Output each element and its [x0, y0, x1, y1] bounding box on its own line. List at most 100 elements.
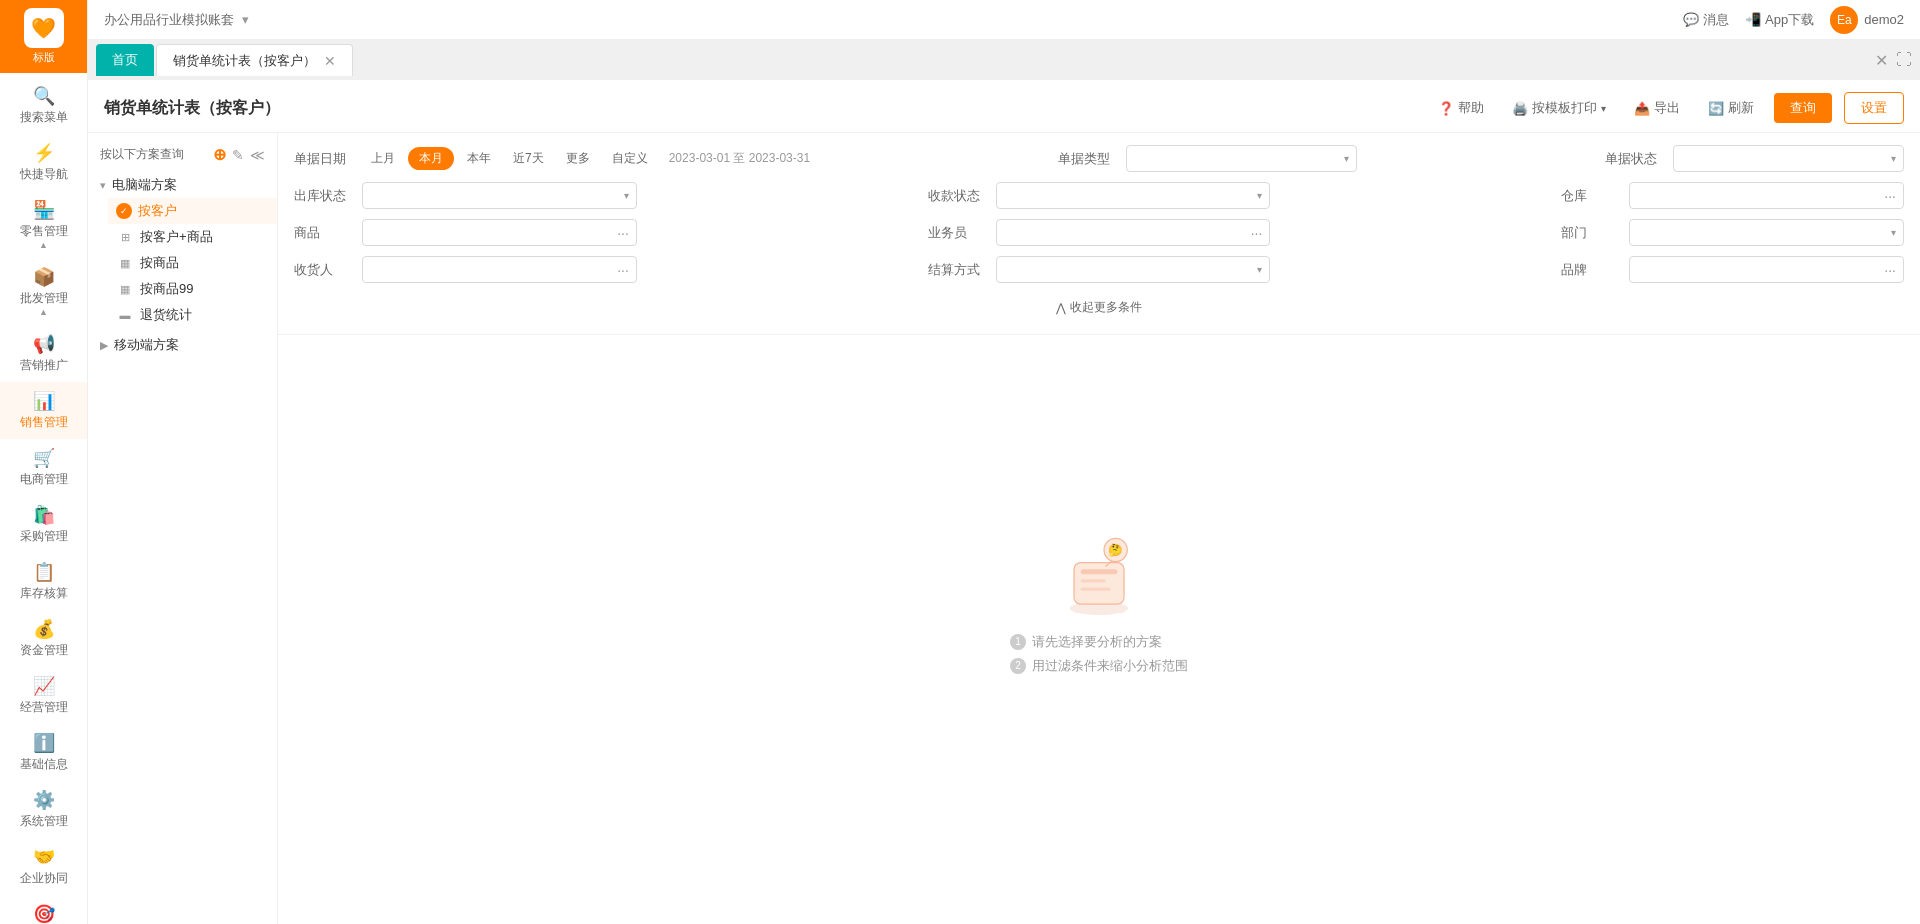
tree-item-by-customer-goods[interactable]: ⊞ 按客户+商品	[108, 224, 277, 250]
sidebar-item-wholesale[interactable]: 📦 批发管理 ▲	[0, 258, 87, 325]
tab-sales-stat[interactable]: 销货单统计表（按客户） ✕	[156, 44, 353, 76]
edit-scheme-icon[interactable]: ✎	[232, 147, 244, 163]
bar-chart-icon: ▬	[116, 309, 134, 321]
dept-select[interactable]	[1629, 219, 1904, 246]
tree-item-by-goods[interactable]: ▦ 按商品	[108, 250, 277, 276]
svg-rect-2	[1081, 569, 1118, 574]
top-header: 办公用品行业模拟账套 ▾ 💬 消息 📲 App下载 Ea demo2	[88, 0, 1920, 40]
sidebar-item-retail[interactable]: 🏪 零售管理 ▲	[0, 191, 87, 258]
warehouse-input[interactable]	[1629, 182, 1904, 209]
help-button[interactable]: ❓ 帮助	[1430, 95, 1492, 121]
user-menu-button[interactable]: Ea demo2	[1830, 6, 1904, 34]
table-icon-1: ▦	[116, 257, 134, 270]
date-btn-custom[interactable]: 自定义	[603, 147, 657, 170]
goods-input[interactable]	[362, 219, 637, 246]
date-btn-more[interactable]: 更多	[557, 147, 599, 170]
sidebar-item-inventory[interactable]: 📋 库存核算	[0, 553, 87, 610]
sidebar-item-search[interactable]: 🔍 搜索菜单	[0, 77, 87, 134]
workspace-label: 办公用品行业模拟账套	[104, 11, 234, 29]
tree-item-by-customer[interactable]: ✓ 按客户	[108, 198, 277, 224]
export-button[interactable]: 📤 导出	[1626, 95, 1688, 121]
date-btn-this-month[interactable]: 本月	[408, 147, 454, 170]
finance-icon: 💰	[33, 618, 55, 640]
quick-nav-icon: ⚡	[33, 142, 55, 164]
add-scheme-icon[interactable]: ⊕	[213, 145, 226, 164]
goods-input-wrap: ···	[362, 219, 637, 246]
logo-icon: 🧡	[24, 8, 64, 48]
page-content: 销货单统计表（按客户） ❓ 帮助 🖨️ 按模板打印 ▾ 📤 导出 🔄 刷新	[88, 80, 1920, 924]
close-window-icon[interactable]: ✕	[1875, 51, 1888, 70]
out-status-select[interactable]	[362, 182, 637, 209]
query-button[interactable]: 查询	[1774, 93, 1832, 123]
sidebar-item-basic[interactable]: ℹ️ 基础信息	[0, 724, 87, 781]
logo-area[interactable]: 🧡 标版	[0, 0, 87, 73]
sidebar-item-cooperation[interactable]: 🤝 企业协同	[0, 838, 87, 895]
tree-collapse-icon: ▶	[100, 339, 108, 352]
header-right: 💬 消息 📲 App下载 Ea demo2	[1683, 6, 1904, 34]
tree-expand-icon: ▾	[100, 179, 106, 192]
sidebar-nav: 🔍 搜索菜单 ⚡ 快捷导航 🏪 零售管理 ▲ 📦 批发管理 ▲ 📢 营销推广 📊…	[0, 73, 87, 924]
collapse-conditions-button[interactable]: ⋀ 收起更多条件	[294, 293, 1904, 322]
left-panel-header: 按以下方案查询 ⊕ ✎ ≪	[88, 141, 277, 172]
date-btn-7days[interactable]: 近7天	[504, 147, 553, 170]
sidebar-item-quick-nav[interactable]: ⚡ 快捷导航	[0, 134, 87, 191]
settle-select[interactable]	[996, 256, 1271, 283]
filter-row-2: 出库状态 ▾ 收款状态	[294, 182, 1904, 209]
right-panel: 单据日期 上月 本月 本年 近7天 更多 自定义 2023-03-01 至 20…	[278, 133, 1920, 924]
inventory-icon: 📋	[33, 561, 55, 583]
marketing-icon: 📢	[33, 333, 55, 355]
message-button[interactable]: 💬 消息	[1683, 11, 1729, 29]
tab-home[interactable]: 首页	[96, 44, 154, 76]
tab-close-button[interactable]: ✕	[324, 54, 336, 68]
sidebar-item-marketing[interactable]: 📢 营销推广	[0, 325, 87, 382]
tree-group-mobile[interactable]: ▶ 移动端方案	[88, 332, 277, 358]
staff-input[interactable]	[996, 219, 1271, 246]
print-button[interactable]: 🖨️ 按模板打印 ▾	[1504, 95, 1614, 121]
goods-dots[interactable]: ···	[617, 225, 629, 241]
order-type-select[interactable]	[1126, 145, 1357, 172]
receiver-input-wrap: ···	[362, 256, 637, 283]
filter-row-4: 收货人 ··· 结算方式 ▾	[294, 256, 1904, 283]
date-btn-this-year[interactable]: 本年	[458, 147, 500, 170]
collapse-up-icon: ⋀	[1056, 301, 1066, 315]
payment-status-select-wrap: ▾	[996, 182, 1271, 209]
sidebar-item-newbie[interactable]: 🎯 新手引导	[0, 895, 87, 924]
order-status-select[interactable]	[1673, 145, 1904, 172]
export-icon: 📤	[1634, 101, 1650, 116]
empty-hint-2: 2 用过滤条件来缩小分析范围	[1010, 657, 1188, 675]
sidebar-item-purchase[interactable]: 🛍️ 采购管理	[0, 496, 87, 553]
message-icon: 💬	[1683, 12, 1699, 27]
page-header: 销货单统计表（按客户） ❓ 帮助 🖨️ 按模板打印 ▾ 📤 导出 🔄 刷新	[88, 80, 1920, 133]
sidebar-item-finance[interactable]: 💰 资金管理	[0, 610, 87, 667]
tree-group-pc[interactable]: ▾ 电脑端方案	[88, 172, 277, 198]
page-actions: ❓ 帮助 🖨️ 按模板打印 ▾ 📤 导出 🔄 刷新 查询 设置	[1430, 92, 1904, 124]
logo-emoji: 🧡	[31, 16, 56, 40]
print-icon: 🖨️	[1512, 101, 1528, 116]
search-icon: 🔍	[33, 85, 55, 107]
staff-dots[interactable]: ···	[1251, 225, 1263, 241]
download-icon: 📲	[1745, 12, 1761, 27]
wholesale-expand-icon: ▲	[39, 307, 48, 317]
collapse-panel-icon[interactable]: ≪	[250, 147, 265, 163]
tree-item-by-goods-99[interactable]: ▦ 按商品99	[108, 276, 277, 302]
app-download-button[interactable]: 📲 App下载	[1745, 11, 1814, 29]
maximize-window-icon[interactable]: ⛶	[1896, 51, 1912, 69]
workspace-dropdown-icon[interactable]: ▾	[242, 12, 249, 27]
brand-dots[interactable]: ···	[1884, 262, 1896, 278]
sidebar-item-sales[interactable]: 📊 销售管理	[0, 382, 87, 439]
receiver-input[interactable]	[362, 256, 637, 283]
left-panel: 按以下方案查询 ⊕ ✎ ≪ ▾ 电脑端方案 ✓	[88, 133, 278, 924]
brand-input[interactable]	[1629, 256, 1904, 283]
receiver-dots[interactable]: ···	[617, 262, 629, 278]
tree-item-refund-stat[interactable]: ▬ 退货统计	[108, 302, 277, 328]
settings-button[interactable]: 设置	[1844, 92, 1904, 124]
empty-illustration: 🤔	[1049, 525, 1149, 625]
date-btn-last-month[interactable]: 上月	[362, 147, 404, 170]
warehouse-dots[interactable]: ···	[1884, 188, 1896, 204]
refresh-button[interactable]: 🔄 刷新	[1700, 95, 1762, 121]
sidebar-item-ecommerce[interactable]: 🛒 电商管理	[0, 439, 87, 496]
body-layout: 按以下方案查询 ⊕ ✎ ≪ ▾ 电脑端方案 ✓	[88, 133, 1920, 924]
sidebar-item-operations[interactable]: 📈 经营管理	[0, 667, 87, 724]
sidebar-item-system[interactable]: ⚙️ 系统管理	[0, 781, 87, 838]
payment-status-select[interactable]	[996, 182, 1271, 209]
